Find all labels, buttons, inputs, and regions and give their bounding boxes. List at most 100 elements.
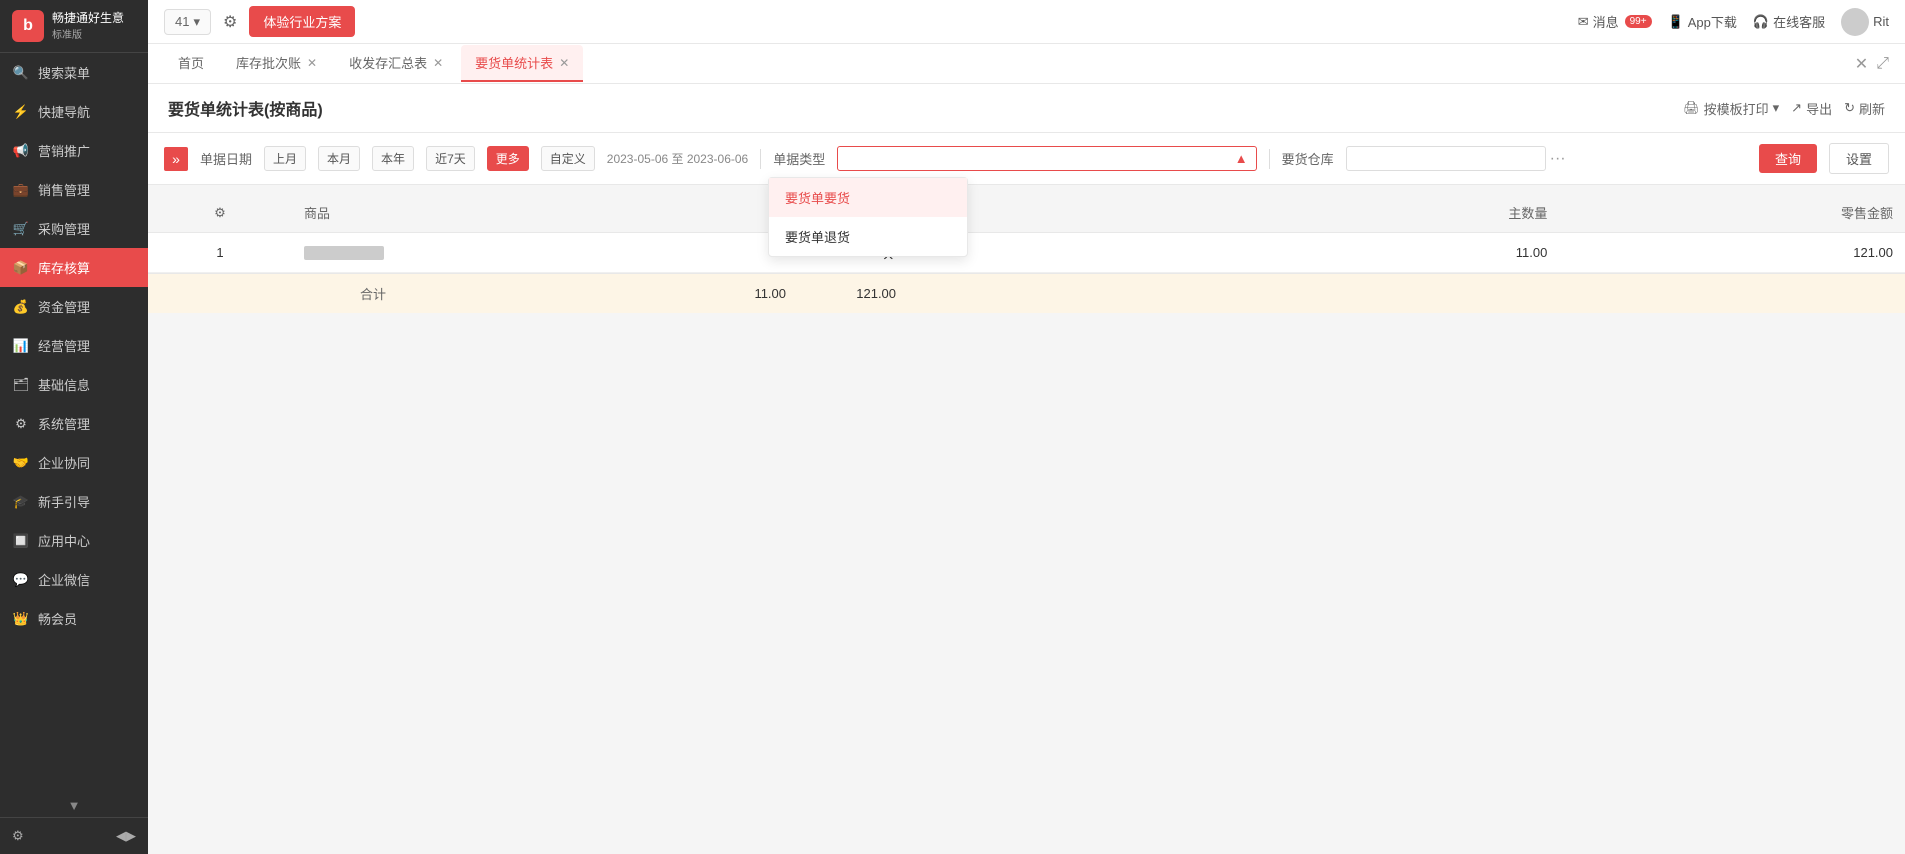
col-header-no: ⚙	[148, 193, 292, 233]
date-label: 单据日期	[200, 149, 252, 168]
tab-recv-send[interactable]: 收发存汇总表 ✕	[335, 45, 457, 82]
dropdown-item-order[interactable]: 要货单要货	[769, 178, 967, 217]
tab-expand-button[interactable]: ⤢	[1876, 55, 1889, 73]
cell-amount: 121.00	[1559, 233, 1905, 273]
set-button[interactable]: 设置	[1829, 143, 1889, 174]
type-select[interactable]: ▲	[837, 146, 1256, 171]
print-icon: 🖨	[1683, 100, 1700, 116]
sidebar-item-marketing[interactable]: 📢 营销推广	[0, 131, 148, 170]
user-avatar[interactable]: Rit	[1841, 8, 1889, 36]
sidebar-item-guide[interactable]: 🎓 新手引导	[0, 482, 148, 521]
refresh-icon: ↻	[1844, 100, 1855, 116]
marketing-icon: 📢	[12, 142, 30, 160]
headset-icon: 🎧	[1753, 14, 1769, 30]
sidebar-logo: b 畅捷通好生意 标准版	[0, 0, 148, 53]
avatar-image	[1841, 8, 1869, 36]
sidebar-item-vip[interactable]: 👑 畅会员	[0, 599, 148, 638]
refresh-button[interactable]: ↻ 刷新	[1844, 99, 1885, 118]
operation-icon: 📊	[12, 337, 30, 355]
trial-button[interactable]: 体验行业方案	[249, 6, 355, 37]
footer-qty: 11.00	[706, 286, 786, 301]
sidebar-item-purchase[interactable]: 🛒 采购管理	[0, 209, 148, 248]
sidebar-item-wechat[interactable]: 💬 企业微信	[0, 560, 148, 599]
sidebar-item-operation[interactable]: 📊 经营管理	[0, 326, 148, 365]
col-header-amount: 零售金额	[1559, 193, 1905, 233]
tab-close-all-button[interactable]: ✕	[1855, 54, 1868, 74]
inventory-icon: 📦	[12, 259, 30, 277]
sidebar-item-inventory[interactable]: 📦 库存核算	[0, 248, 148, 287]
type-dropdown: 要货单要货 要货单退货	[768, 177, 968, 257]
basic-icon: 🗂	[12, 376, 30, 394]
chevron-down-icon: ▾	[193, 14, 200, 30]
footer-label: 合计	[160, 284, 386, 303]
appstore-icon: 🔲	[12, 532, 30, 550]
data-table: ⚙ 商品 主计量单位 主数量 零售金额 1	[148, 193, 1905, 273]
this-month-btn[interactable]: 本月	[318, 146, 360, 171]
sidebar-item-finance[interactable]: 💰 资金管理	[0, 287, 148, 326]
enterprise-icon: 🤝	[12, 454, 30, 472]
search-icon: 🔍	[12, 64, 30, 82]
warehouse-select[interactable]	[1346, 146, 1546, 171]
sidebar-settings-button[interactable]: ⚙	[12, 828, 24, 844]
tabs-right-actions: ✕ ⤢	[1855, 54, 1889, 74]
last-month-btn[interactable]: 上月	[264, 146, 306, 171]
table-footer: 合计 11.00 121.00	[148, 273, 1905, 313]
store-selector[interactable]: 41 ▾	[164, 9, 211, 35]
filter-expand-button[interactable]: »	[164, 147, 188, 171]
quicknav-icon: ⚡	[12, 103, 30, 121]
purchase-icon: 🛒	[12, 220, 30, 238]
table-row: 1 块 11.00 121.00	[148, 233, 1905, 273]
topbar-left: 41 ▾ ⚙ 体验行业方案	[164, 6, 355, 37]
type-select-value	[846, 151, 850, 166]
col-header-qty: 主数量	[1214, 193, 1560, 233]
print-button[interactable]: 🖨 按模板打印 ▾	[1683, 99, 1779, 118]
export-button[interactable]: ↗ 导出	[1791, 99, 1832, 118]
finance-icon: 💰	[12, 298, 30, 316]
warehouse-more-icon[interactable]: ···	[1550, 150, 1566, 168]
online-service-button[interactable]: 🎧 在线客服	[1753, 12, 1825, 31]
last-7-days-btn[interactable]: 近7天	[426, 146, 475, 171]
sidebar-footer: ⚙ ◀▶	[0, 817, 148, 854]
app-logo-text: 畅捷通好生意 标准版	[52, 11, 124, 42]
wechat-icon: 💬	[12, 571, 30, 589]
custom-date-btn[interactable]: 自定义	[541, 146, 595, 171]
main-area: 41 ▾ ⚙ 体验行业方案 ✉ 消息 99+ 📱 App下载 🎧 在线客服 R	[148, 0, 1905, 854]
filter-bar: » 单据日期 上月 本月 本年 近7天 更多 自定义 2023-05-06 至 …	[148, 133, 1905, 185]
type-select-caret: ▲	[1235, 151, 1248, 166]
tabs-bar: 首页 库存批次账 ✕ 收发存汇总表 ✕ 要货单统计表 ✕ ✕ ⤢	[148, 44, 1905, 84]
app-download-button[interactable]: 📱 App下载	[1668, 12, 1737, 31]
topbar-gear-icon[interactable]: ⚙	[223, 12, 237, 32]
sidebar-scroll-down[interactable]: ▼	[0, 794, 148, 817]
filter-divider	[760, 149, 761, 169]
tab-close-recv-send[interactable]: ✕	[433, 56, 443, 70]
sidebar-item-system[interactable]: ⚙ 系统管理	[0, 404, 148, 443]
tab-close-order-stats[interactable]: ✕	[559, 56, 569, 70]
sidebar-item-enterprise[interactable]: 🤝 企业协同	[0, 443, 148, 482]
tab-close-inventory-batch[interactable]: ✕	[307, 56, 317, 70]
date-range-display: 2023-05-06 至 2023-06-06	[607, 150, 748, 167]
query-button[interactable]: 查询	[1759, 144, 1817, 173]
sidebar-item-appstore[interactable]: 🔲 应用中心	[0, 521, 148, 560]
sidebar-item-quicknav[interactable]: ⚡ 快捷导航	[0, 92, 148, 131]
tab-order-stats[interactable]: 要货单统计表 ✕	[461, 45, 583, 82]
filter-divider-2	[1269, 149, 1270, 169]
guide-icon: 🎓	[12, 493, 30, 511]
sidebar-collapse-button[interactable]: ◀▶	[116, 828, 136, 844]
more-dates-btn[interactable]: 更多	[487, 146, 529, 171]
this-year-btn[interactable]: 本年	[372, 146, 414, 171]
vip-icon: 👑	[12, 610, 30, 628]
sidebar-item-search[interactable]: 🔍 搜索菜单	[0, 53, 148, 92]
topbar-right: ✉ 消息 99+ 📱 App下载 🎧 在线客服 Rit	[1578, 8, 1889, 36]
sidebar-item-sales[interactable]: 💼 销售管理	[0, 170, 148, 209]
gear-icon[interactable]: ⚙	[214, 205, 226, 220]
dropdown-item-return[interactable]: 要货单退货	[769, 217, 967, 256]
message-button[interactable]: ✉ 消息 99+	[1578, 12, 1652, 31]
page-header-actions: 🖨 按模板打印 ▾ ↗ 导出 ↻ 刷新	[1683, 99, 1885, 118]
sidebar-item-basic[interactable]: 🗂 基础信息	[0, 365, 148, 404]
tab-inventory-batch[interactable]: 库存批次账 ✕	[222, 45, 331, 82]
export-icon: ↗	[1791, 100, 1802, 116]
page-title: 要货单统计表(按商品)	[168, 96, 323, 120]
sales-icon: 💼	[12, 181, 30, 199]
tab-home[interactable]: 首页	[164, 45, 218, 82]
sidebar-nav: 🔍 搜索菜单 ⚡ 快捷导航 📢 营销推广 💼 销售管理 🛒 采购管理 📦 库存核…	[0, 53, 148, 794]
